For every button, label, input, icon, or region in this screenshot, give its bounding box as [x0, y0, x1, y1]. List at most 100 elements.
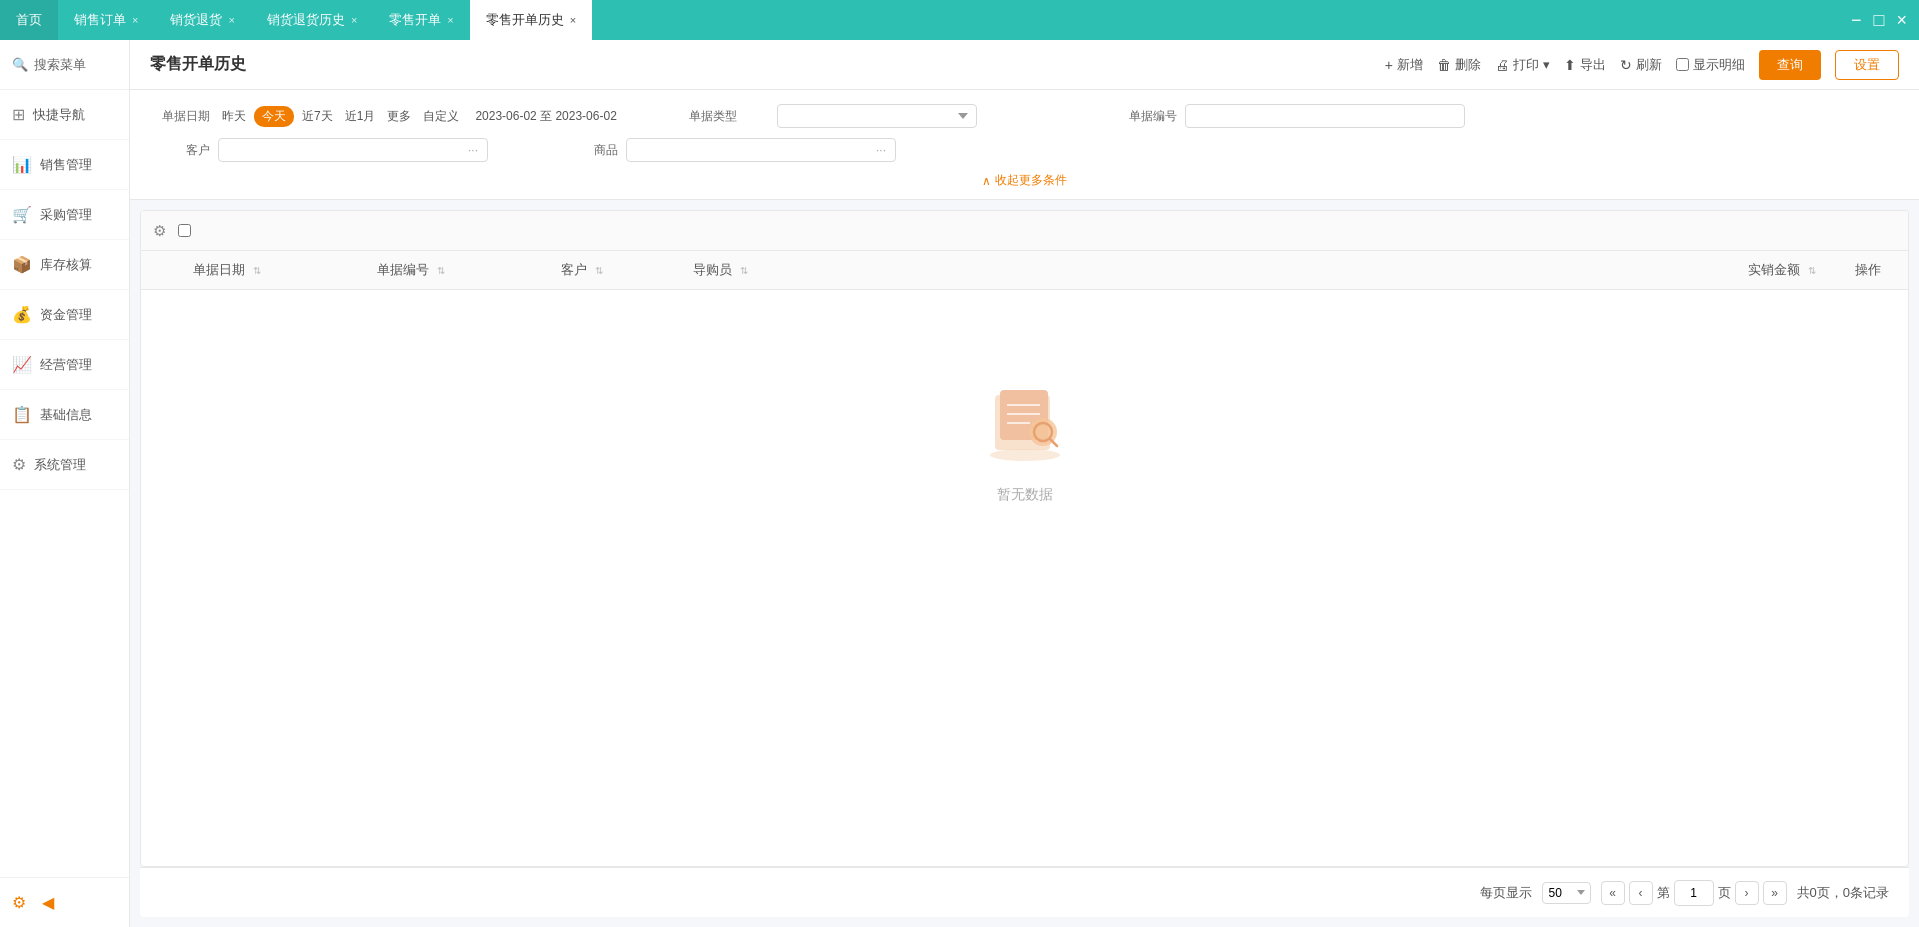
- th-checkbox: [141, 251, 181, 290]
- sidebar-bottom: ⚙ ◀: [0, 877, 129, 927]
- th-actions-label: 操作: [1855, 262, 1881, 277]
- page-label-pre: 第: [1657, 884, 1670, 902]
- tab-sales-order-label: 销售订单: [74, 11, 126, 29]
- page-input[interactable]: [1674, 880, 1714, 906]
- finance-icon: 💰: [12, 305, 32, 324]
- delete-icon: 🗑: [1437, 57, 1451, 73]
- tab-sales-return-close[interactable]: ×: [228, 14, 234, 26]
- quick-nav-icon: ⊞: [12, 105, 25, 124]
- query-button[interactable]: 查询: [1759, 50, 1821, 80]
- delete-label: 删除: [1455, 56, 1481, 74]
- refresh-icon: ↻: [1620, 57, 1632, 73]
- tab-home[interactable]: 首页: [0, 0, 58, 40]
- table-select-all-checkbox[interactable]: [178, 224, 191, 237]
- content-area: 零售开单历史 + 新增 🗑 删除 🖨 打印 ▾ ⬆ 导出: [130, 40, 1919, 927]
- table-gear-icon[interactable]: ⚙: [153, 222, 166, 240]
- sidebar-item-system[interactable]: ⚙ 系统管理: [0, 440, 129, 490]
- th-amount-sort[interactable]: ⇅: [1808, 265, 1816, 276]
- th-salesperson-sort[interactable]: ⇅: [740, 265, 748, 276]
- date-btn-yesterday[interactable]: 昨天: [218, 106, 250, 127]
- tab-retail-history[interactable]: 零售开单历史 ×: [470, 0, 592, 40]
- export-icon: ⬆: [1564, 57, 1576, 73]
- pagination-bar: 每页显示 10 20 50 100 « ‹ 第 页 › » 共0页，0条记录: [140, 867, 1909, 917]
- goods-label: 商品: [558, 142, 618, 159]
- export-button[interactable]: ⬆ 导出: [1564, 56, 1606, 74]
- sidebar-item-basic-info[interactable]: 📋 基础信息: [0, 390, 129, 440]
- add-button[interactable]: + 新增: [1385, 56, 1423, 74]
- sidebar-item-purchase-mgmt[interactable]: 🛒 采购管理: [0, 190, 129, 240]
- window-close-btn[interactable]: ×: [1896, 10, 1907, 31]
- display-detail-checkbox[interactable]: 显示明细: [1676, 56, 1745, 74]
- th-no[interactable]: 单据编号 ⇅: [365, 251, 549, 290]
- sidebar-item-basic-info-label: 基础信息: [40, 406, 92, 424]
- sidebar-nav: ⊞ 快捷导航 📊 销售管理 🛒 采购管理 📦 库存核算 💰 资金管理 📈: [0, 90, 129, 877]
- sidebar-item-quick-nav[interactable]: ⊞ 快捷导航: [0, 90, 129, 140]
- print-icon: 🖨: [1495, 57, 1509, 73]
- next-page-btn[interactable]: ›: [1735, 881, 1759, 905]
- th-amount[interactable]: 实销金额 ⇅: [1644, 251, 1828, 290]
- tab-retail-history-close[interactable]: ×: [570, 14, 576, 26]
- sidebar-settings-icon[interactable]: ⚙: [12, 893, 26, 912]
- sidebar-item-sales-mgmt[interactable]: 📊 销售管理: [0, 140, 129, 190]
- th-no-sort[interactable]: ⇅: [437, 265, 445, 276]
- empty-text: 暂无数据: [997, 486, 1053, 504]
- add-label: 新增: [1397, 56, 1423, 74]
- date-btn-custom[interactable]: 自定义: [419, 106, 463, 127]
- th-amount-label: 实销金额: [1748, 262, 1800, 277]
- window-minimize-btn[interactable]: −: [1851, 10, 1862, 31]
- th-date-sort[interactable]: ⇅: [253, 265, 261, 276]
- tab-sales-return-label: 销货退货: [170, 11, 222, 29]
- first-page-btn[interactable]: «: [1601, 881, 1625, 905]
- sidebar-item-inventory-label: 库存核算: [40, 256, 92, 274]
- table-wrapper: ⚙ 单据日期 ⇅ 单据编号 ⇅: [140, 210, 1909, 867]
- date-btn-more[interactable]: 更多: [383, 106, 415, 127]
- print-label: 打印: [1513, 56, 1539, 74]
- sidebar-collapse-icon[interactable]: ◀: [42, 893, 54, 912]
- export-label: 导出: [1580, 56, 1606, 74]
- empty-illustration: [975, 370, 1075, 470]
- goods-dotdot[interactable]: ···: [876, 143, 886, 157]
- date-btn-today[interactable]: 今天: [254, 106, 294, 127]
- window-maximize-btn[interactable]: □: [1874, 10, 1885, 31]
- goods-input[interactable]: [626, 138, 896, 162]
- th-salesperson-label: 导购员: [693, 262, 732, 277]
- page-title: 零售开单历史: [150, 54, 1385, 75]
- print-button[interactable]: 🖨 打印 ▾: [1495, 56, 1550, 74]
- delete-button[interactable]: 🗑 删除: [1437, 56, 1481, 74]
- per-page-select[interactable]: 10 20 50 100: [1542, 882, 1591, 904]
- bill-type-select[interactable]: [777, 104, 977, 128]
- refresh-button[interactable]: ↻ 刷新: [1620, 56, 1662, 74]
- tab-sales-order[interactable]: 销售订单 ×: [58, 0, 154, 40]
- sidebar-item-inventory[interactable]: 📦 库存核算: [0, 240, 129, 290]
- sidebar-item-finance[interactable]: 💰 资金管理: [0, 290, 129, 340]
- last-page-btn[interactable]: »: [1763, 881, 1787, 905]
- sidebar-search[interactable]: 🔍 搜索菜单: [0, 40, 129, 90]
- collapse-btn[interactable]: ∧ 收起更多条件: [150, 172, 1899, 189]
- tab-retail-history-label: 零售开单历史: [486, 11, 564, 29]
- date-btn-last7[interactable]: 近7天: [298, 106, 337, 127]
- date-btn-last1m[interactable]: 近1月: [341, 106, 380, 127]
- display-detail-input[interactable]: [1676, 58, 1689, 71]
- th-customer[interactable]: 客户 ⇅: [549, 251, 681, 290]
- sidebar-item-quick-nav-label: 快捷导航: [33, 106, 85, 124]
- customer-dotdot[interactable]: ···: [468, 143, 478, 157]
- refresh-label: 刷新: [1636, 56, 1662, 74]
- settings-button[interactable]: 设置: [1835, 50, 1899, 80]
- tab-sales-order-close[interactable]: ×: [132, 14, 138, 26]
- tab-retail-open[interactable]: 零售开单 ×: [373, 0, 469, 40]
- th-customer-sort[interactable]: ⇅: [595, 265, 603, 276]
- th-salesperson[interactable]: 导购员 ⇅: [681, 251, 839, 290]
- customer-input[interactable]: [218, 138, 488, 162]
- tab-retail-open-close[interactable]: ×: [447, 14, 453, 26]
- filter-row-1: 单据日期 昨天 今天 近7天 近1月 更多 自定义 2023-06-02 至 2…: [150, 104, 1899, 128]
- bill-no-input[interactable]: [1185, 104, 1465, 128]
- prev-page-btn[interactable]: ‹: [1629, 881, 1653, 905]
- page-label: 页: [1718, 884, 1731, 902]
- sidebar-item-operations[interactable]: 📈 经营管理: [0, 340, 129, 390]
- tab-sales-return-history-close[interactable]: ×: [351, 14, 357, 26]
- sidebar-item-sales-mgmt-label: 销售管理: [40, 156, 92, 174]
- table-body: 暂无数据: [141, 290, 1908, 585]
- th-date[interactable]: 单据日期 ⇅: [181, 251, 365, 290]
- tab-sales-return[interactable]: 销货退货 ×: [154, 0, 250, 40]
- tab-sales-return-history[interactable]: 销货退货历史 ×: [251, 0, 373, 40]
